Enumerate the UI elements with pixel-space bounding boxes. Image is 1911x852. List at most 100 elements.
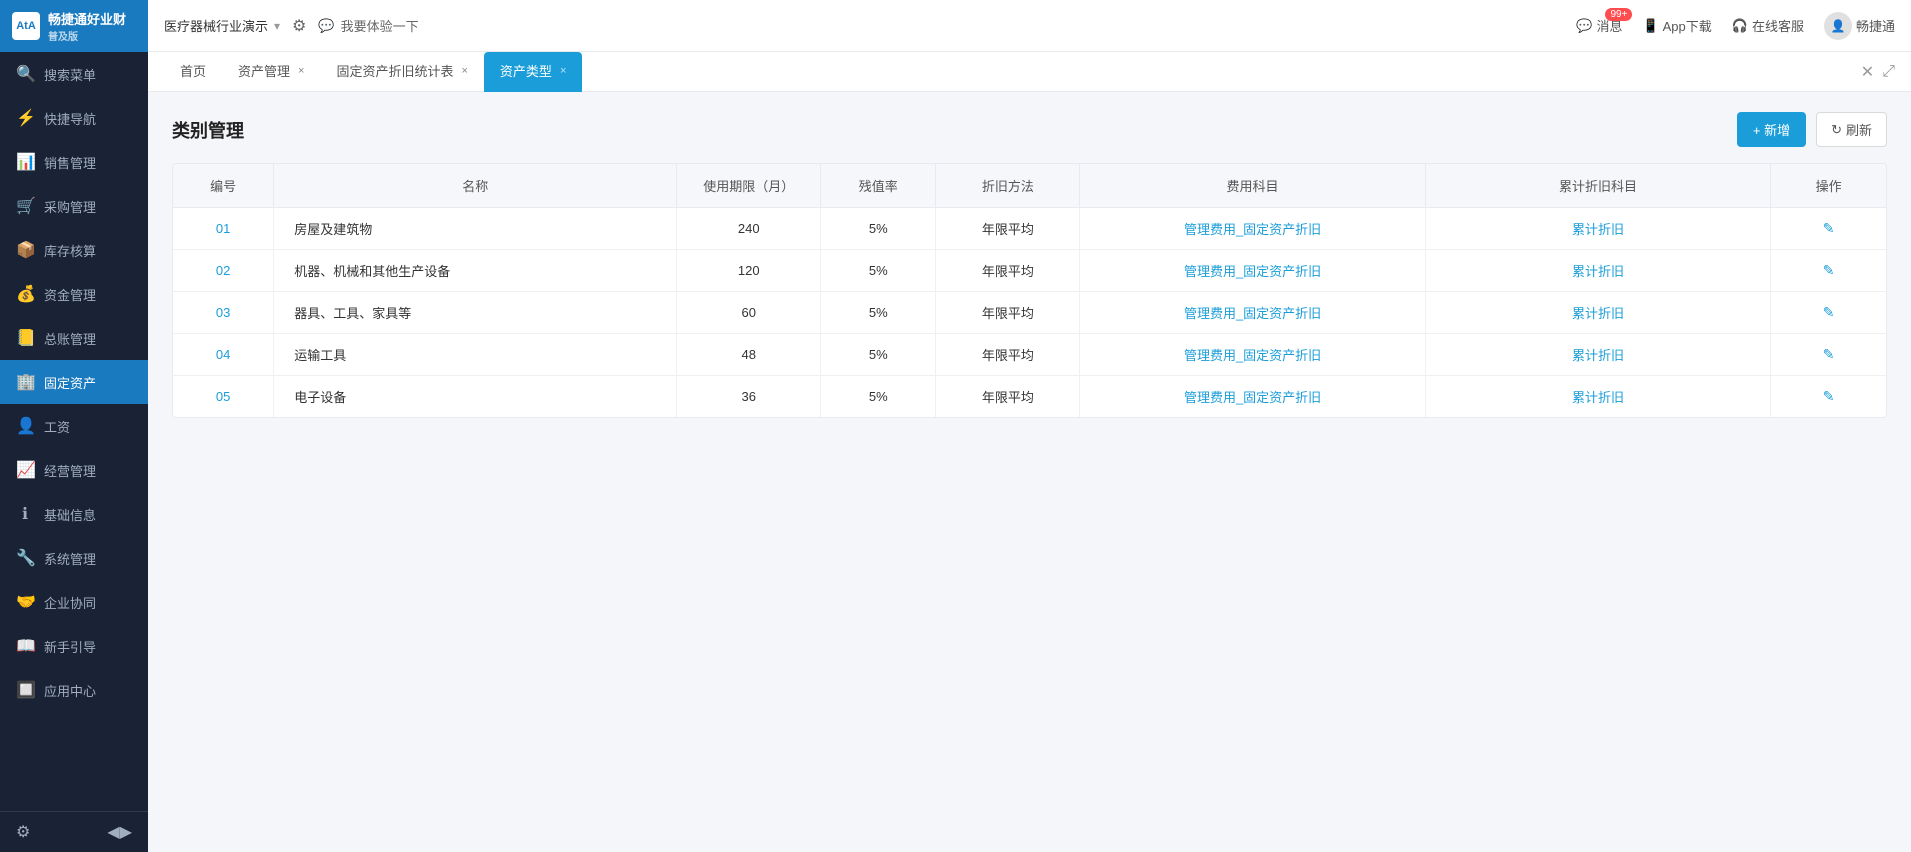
- topbar: 医疗器械行业演示 ▾ ⚙ 💬 我要体验一下 💬 消息 99+ 📱 App下载 🎧…: [148, 0, 1911, 52]
- sidebar-item-ledger[interactable]: 📒 总账管理: [0, 316, 148, 360]
- page-actions: + 新增 ↻ 刷新: [1737, 112, 1887, 147]
- cell-residual: 5%: [821, 376, 936, 418]
- col-header-expense: 费用科目: [1080, 164, 1425, 208]
- sidebar-item-fixed[interactable]: 🏢 固定资产: [0, 360, 148, 404]
- edit-icon[interactable]: ✎: [1823, 220, 1835, 236]
- expand-icon[interactable]: ⤢: [1882, 63, 1895, 81]
- cell-depreciation: 累计折旧: [1425, 376, 1770, 418]
- edit-icon[interactable]: ✎: [1823, 262, 1835, 278]
- purchase-icon: 🛒: [16, 196, 34, 216]
- sidebar-item-cooperation[interactable]: 🤝 企业协同: [0, 580, 148, 624]
- sidebar-label-inventory: 库存核算: [44, 241, 96, 260]
- tab-depreciation-close-icon[interactable]: ×: [461, 65, 467, 77]
- table-row: 03 器具、工具、家具等 60 5% 年限平均 管理费用_固定资产折旧 累计折旧…: [173, 292, 1886, 334]
- cell-period: 36: [677, 376, 821, 418]
- ledger-icon: 📒: [16, 328, 34, 348]
- sidebar-label-purchase: 采购管理: [44, 197, 96, 216]
- fixed-icon: 🏢: [16, 372, 34, 392]
- sidebar-label-appstore: 应用中心: [44, 681, 96, 700]
- refresh-label: 刷新: [1846, 120, 1872, 139]
- sidebar-item-basic[interactable]: ℹ 基础信息: [0, 492, 148, 536]
- sidebar-item-search[interactable]: 🔍 搜索菜单: [0, 52, 148, 96]
- close-all-icon[interactable]: ✕: [1861, 62, 1874, 82]
- sidebar-item-appstore[interactable]: 🔲 应用中心: [0, 668, 148, 712]
- app-download-label: App下载: [1663, 16, 1712, 35]
- cell-expense: 管理费用_固定资产折旧: [1080, 292, 1425, 334]
- sidebar-item-purchase[interactable]: 🛒 采购管理: [0, 184, 148, 228]
- sidebar-item-payroll[interactable]: 👤 工资: [0, 404, 148, 448]
- sidebar-item-inventory[interactable]: 📦 库存核算: [0, 228, 148, 272]
- user-menu[interactable]: 👤 畅捷通: [1824, 12, 1895, 40]
- demo-selector[interactable]: 医疗器械行业演示 ▾: [164, 16, 280, 35]
- content-area: 类别管理 + 新增 ↻ 刷新 编号 名称 使用期限（月） 残值率 折旧方法: [148, 92, 1911, 852]
- app-download-button[interactable]: 📱 App下载: [1642, 16, 1711, 35]
- cell-method: 年限平均: [936, 376, 1080, 418]
- tab-asset-type[interactable]: 资产类型 ×: [484, 52, 582, 92]
- cell-depreciation: 累计折旧: [1425, 208, 1770, 250]
- sidebar-label-system: 系统管理: [44, 549, 96, 568]
- sidebar-scroll: 🔍 搜索菜单 ⚡ 快捷导航 📊 销售管理 🛒 采购管理 📦 库存核算 💰 资金管…: [0, 52, 148, 811]
- cooperation-icon: 🤝: [16, 592, 34, 612]
- collapse-icon[interactable]: ◀▶: [107, 822, 132, 842]
- sidebar-item-system[interactable]: 🔧 系统管理: [0, 536, 148, 580]
- main-area: 医疗器械行业演示 ▾ ⚙ 💬 我要体验一下 💬 消息 99+ 📱 App下载 🎧…: [148, 0, 1911, 852]
- experience-label: 我要体验一下: [341, 16, 419, 35]
- sidebar-label-guide: 新手引导: [44, 637, 96, 656]
- cell-expense: 管理费用_固定资产折旧: [1080, 334, 1425, 376]
- col-header-period: 使用期限（月）: [677, 164, 821, 208]
- cell-residual: 5%: [821, 334, 936, 376]
- sidebar-label-funds: 资金管理: [44, 285, 96, 304]
- sidebar-item-guide[interactable]: 📖 新手引导: [0, 624, 148, 668]
- data-table: 编号 名称 使用期限（月） 残值率 折旧方法 费用科目 累计折旧科目 操作 01…: [172, 163, 1887, 418]
- refresh-button[interactable]: ↻ 刷新: [1816, 112, 1887, 147]
- app-name: 畅捷通好业财: [48, 12, 126, 27]
- tab-asset-management[interactable]: 资产管理 ×: [222, 52, 320, 92]
- cell-expense: 管理费用_固定资产折旧: [1080, 376, 1425, 418]
- tab-depreciation-stats-label: 固定资产折旧统计表: [336, 61, 453, 80]
- message-badge: 99+: [1605, 8, 1632, 21]
- topbar-right: 💬 消息 99+ 📱 App下载 🎧 在线客服 👤 畅捷通: [1576, 12, 1895, 40]
- cell-period: 240: [677, 208, 821, 250]
- new-button[interactable]: + 新增: [1737, 112, 1806, 147]
- tab-asset-close-icon[interactable]: ×: [298, 65, 304, 77]
- topbar-settings-icon[interactable]: ⚙: [292, 16, 306, 36]
- basic-icon: ℹ: [16, 504, 34, 524]
- cell-name: 运输工具: [274, 334, 677, 376]
- cell-code: 02: [173, 250, 274, 292]
- online-service-button[interactable]: 🎧 在线客服: [1732, 16, 1804, 35]
- refresh-icon: ↻: [1831, 122, 1842, 138]
- edit-icon[interactable]: ✎: [1823, 304, 1835, 320]
- tab-asset-type-close-icon[interactable]: ×: [560, 65, 566, 77]
- sidebar-item-quicknav[interactable]: ⚡ 快捷导航: [0, 96, 148, 140]
- settings-icon[interactable]: ⚙: [16, 822, 30, 842]
- tab-depreciation-stats[interactable]: 固定资产折旧统计表 ×: [320, 52, 483, 92]
- cell-period: 48: [677, 334, 821, 376]
- edit-icon[interactable]: ✎: [1823, 346, 1835, 362]
- payroll-icon: 👤: [16, 416, 34, 436]
- experience-button[interactable]: 💬 我要体验一下: [318, 16, 418, 35]
- sidebar-label-basic: 基础信息: [44, 505, 96, 524]
- sidebar-item-funds[interactable]: 💰 资金管理: [0, 272, 148, 316]
- table-row: 02 机器、机械和其他生产设备 120 5% 年限平均 管理费用_固定资产折旧 …: [173, 250, 1886, 292]
- table-header-row: 编号 名称 使用期限（月） 残值率 折旧方法 费用科目 累计折旧科目 操作: [173, 164, 1886, 208]
- tab-home[interactable]: 首页: [164, 52, 222, 92]
- sidebar-label-ledger: 总账管理: [44, 329, 96, 348]
- tab-home-label: 首页: [180, 61, 206, 80]
- col-header-name: 名称: [274, 164, 677, 208]
- cell-code: 03: [173, 292, 274, 334]
- cell-residual: 5%: [821, 250, 936, 292]
- guide-icon: 📖: [16, 636, 34, 656]
- experience-icon: 💬: [318, 18, 334, 34]
- messages-button[interactable]: 💬 消息 99+: [1576, 16, 1622, 35]
- sidebar-item-sales[interactable]: 📊 销售管理: [0, 140, 148, 184]
- col-header-action: 操作: [1771, 164, 1886, 208]
- edit-icon[interactable]: ✎: [1823, 388, 1835, 404]
- table-row: 01 房屋及建筑物 240 5% 年限平均 管理费用_固定资产折旧 累计折旧 ✎: [173, 208, 1886, 250]
- logo-icon: AtA: [12, 12, 40, 40]
- sidebar-item-operations[interactable]: 📈 经营管理: [0, 448, 148, 492]
- online-service-label: 在线客服: [1752, 16, 1804, 35]
- sidebar-label-fixed: 固定资产: [44, 373, 96, 392]
- cell-depreciation: 累计折旧: [1425, 250, 1770, 292]
- chevron-down-icon: ▾: [274, 19, 280, 33]
- tabbar-right: ✕ ⤢: [1861, 62, 1895, 82]
